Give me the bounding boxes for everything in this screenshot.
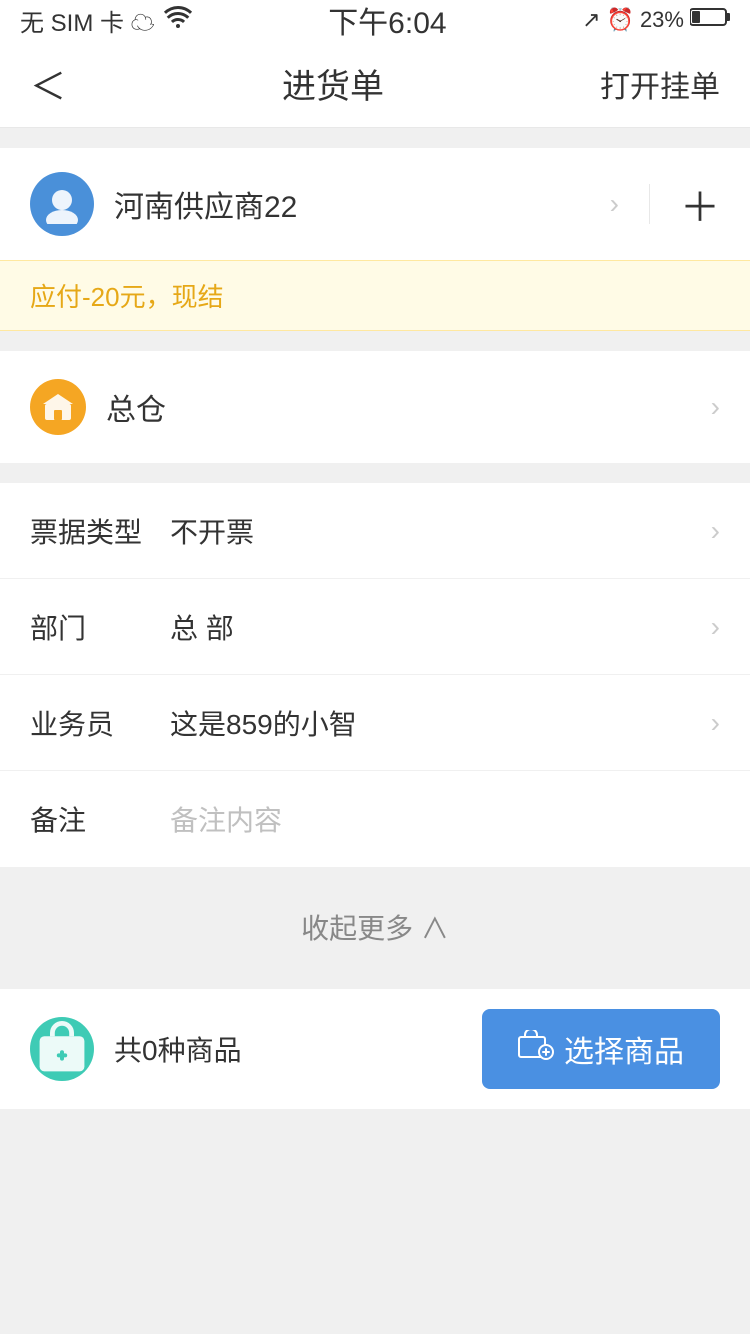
alarm-icon: ⏰ — [607, 7, 634, 33]
nav-bar: ＜ 进货单 打开挂单 — [0, 40, 750, 128]
product-icon — [30, 1017, 94, 1081]
warehouse-card[interactable]: 总仓 › — [0, 351, 750, 463]
wifi-icon — [163, 6, 193, 35]
salesperson-row[interactable]: 业务员 这是859的小智 › — [0, 675, 750, 771]
divider2 — [0, 331, 750, 351]
department-value: 总 部 — [170, 607, 711, 647]
warehouse-name-label: 总仓 — [106, 385, 711, 429]
select-product-label: 选择商品 — [564, 1027, 684, 1071]
select-product-button[interactable]: 选择商品 — [482, 1009, 720, 1089]
warehouse-arrow-icon: › — [711, 391, 720, 423]
department-arrow: › — [711, 611, 720, 643]
ticket-type-row[interactable]: 票据类型 不开票 › — [0, 483, 750, 579]
supplier-arrow-icon: › — [610, 188, 619, 220]
divider5 — [0, 967, 750, 987]
status-left: 无 SIM 卡 ☁ — [20, 3, 193, 38]
divider4 — [0, 867, 750, 887]
select-product-icon — [518, 1030, 554, 1068]
open-pending-button[interactable]: 打开挂单 — [600, 62, 720, 106]
remark-row[interactable]: 备注 备注内容 — [0, 771, 750, 867]
supplier-avatar — [30, 172, 94, 236]
form-section: 票据类型 不开票 › 部门 总 部 › 业务员 这是859的小智 › 备注 备注… — [0, 483, 750, 867]
collapse-button[interactable]: 收起更多 ∧ — [0, 887, 750, 967]
back-button[interactable]: ＜ — [30, 58, 66, 110]
remark-placeholder: 备注内容 — [170, 799, 720, 839]
no-sim-label: 无 SIM 卡 ☁ — [20, 3, 155, 38]
department-label: 部门 — [30, 607, 170, 647]
ticket-type-arrow: › — [711, 515, 720, 547]
supplier-card: 河南供应商22 › ＋ 应付-20元，现结 — [0, 148, 750, 331]
remark-label: 备注 — [30, 799, 170, 839]
salesperson-label: 业务员 — [30, 703, 170, 743]
top-divider — [0, 128, 750, 148]
product-count-label: 共0种商品 — [114, 1029, 482, 1069]
add-supplier-button[interactable]: ＋ — [680, 175, 720, 233]
battery-icon — [690, 7, 730, 33]
ticket-type-value: 不开票 — [170, 511, 711, 551]
location-icon: ↗ — [582, 7, 600, 33]
warehouse-icon — [30, 379, 86, 435]
warehouse-row[interactable]: 总仓 › — [0, 351, 750, 463]
battery-label: 23% — [640, 7, 684, 33]
notice-bar: 应付-20元，现结 — [0, 260, 750, 331]
salesperson-arrow: › — [711, 707, 720, 739]
ticket-type-label: 票据类型 — [30, 511, 170, 551]
status-bar: 无 SIM 卡 ☁ 下午6:04 ↗ ⏰ 23% — [0, 0, 750, 40]
department-row[interactable]: 部门 总 部 › — [0, 579, 750, 675]
supplier-row[interactable]: 河南供应商22 › ＋ — [0, 148, 750, 260]
page-title: 进货单 — [282, 59, 384, 108]
supplier-name-label: 河南供应商22 — [114, 182, 610, 226]
divider3 — [0, 463, 750, 483]
status-right: ↗ ⏰ 23% — [582, 7, 730, 33]
status-time: 下午6:04 — [328, 0, 446, 42]
product-bar: 共0种商品 选择商品 — [0, 989, 750, 1109]
supplier-divider — [649, 184, 650, 224]
salesperson-value: 这是859的小智 — [170, 703, 711, 743]
